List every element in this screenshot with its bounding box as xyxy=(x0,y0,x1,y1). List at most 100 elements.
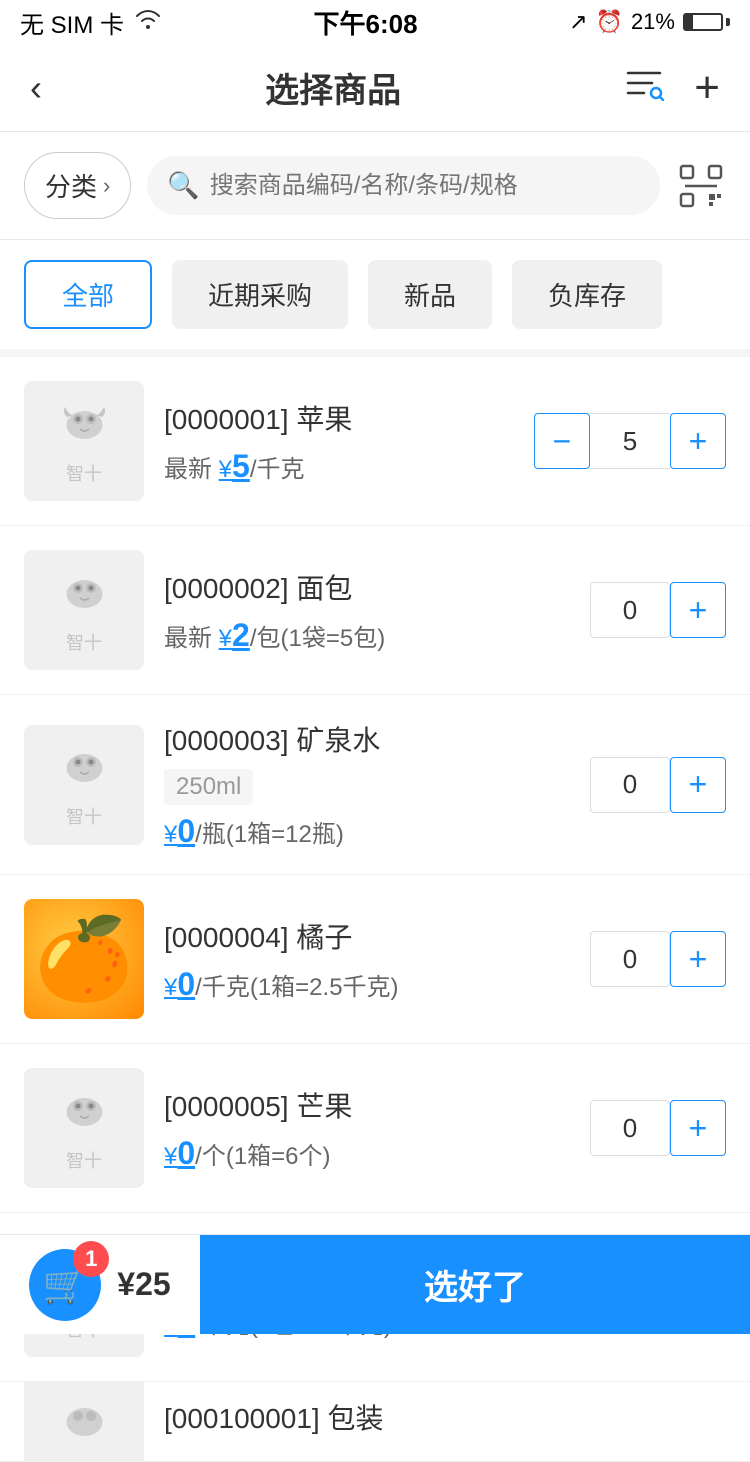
qty-control-0000003: + xyxy=(590,757,726,813)
price-unit: /包(1袋=5包) xyxy=(250,625,385,652)
product-info-0000002: [0000002] 面包 最新 ¥2/包(1袋=5包) xyxy=(164,567,570,654)
add-icon[interactable]: + xyxy=(694,63,720,113)
price-currency: ¥ xyxy=(164,974,177,1001)
back-button[interactable]: ‹ xyxy=(30,67,42,109)
placeholder-owl xyxy=(57,1394,112,1449)
alarm-icon: ⏰ xyxy=(596,9,623,35)
qty-control-0000002: + xyxy=(590,582,726,638)
product-name: [0000001] 苹果 xyxy=(164,398,514,438)
price-currency: ¥ xyxy=(219,456,232,483)
product-price: 最新 ¥2/包(1袋=5包) xyxy=(164,617,570,654)
location-icon: ↗ xyxy=(569,9,587,35)
qty-control-0000001: − + xyxy=(534,413,726,469)
time-display: 下午6:08 xyxy=(314,4,418,41)
product-price: 最新 ¥5/千克 xyxy=(164,448,514,485)
product-image-0000004 xyxy=(24,899,144,1019)
product-info-0000003: [0000003] 矿泉水 250ml ¥0/瓶(1箱=12瓶) xyxy=(164,719,570,850)
product-name: [0000002] 面包 xyxy=(164,567,570,607)
price-currency: ¥ xyxy=(164,1143,177,1170)
status-right: ↗ ⏰ 21% xyxy=(569,9,730,35)
category-button[interactable]: 分类 › xyxy=(24,152,131,219)
list-item: 智十 [0000003] 矿泉水 250ml ¥0/瓶(1箱=12瓶) + xyxy=(0,695,750,875)
price-amount: 0 xyxy=(177,966,195,1002)
increase-button[interactable]: + xyxy=(670,757,726,813)
owl-brand-text: 智十 xyxy=(66,1147,102,1173)
price-amount: 5 xyxy=(232,448,250,484)
owl-brand-text: 智十 xyxy=(66,460,102,486)
product-spec: 250ml xyxy=(164,769,253,805)
filter-icon[interactable] xyxy=(624,65,664,111)
price-unit: /个(1箱=6个) xyxy=(195,1143,330,1170)
page-title: 选择商品 xyxy=(265,63,401,112)
list-item: [000100001] 包装 xyxy=(0,1382,750,1462)
placeholder-owl: 智十 xyxy=(57,566,112,655)
price-label: 最新 xyxy=(164,456,219,483)
carrier-text: 无 SIM 卡 xyxy=(20,5,124,40)
category-label: 分类 xyxy=(45,167,97,204)
owl-icon xyxy=(57,566,112,621)
product-name: [0000004] 橘子 xyxy=(164,916,570,956)
product-name: [0000005] 芒果 xyxy=(164,1085,570,1125)
cart-area: 🛒 1 ¥25 xyxy=(0,1249,200,1321)
price-amount: 0 xyxy=(177,813,195,849)
chevron-right-icon: › xyxy=(103,173,110,199)
owl-brand-text: 智十 xyxy=(66,803,102,829)
product-name: [0000003] 矿泉水 xyxy=(164,719,570,759)
product-info-0000001: [0000001] 苹果 最新 ¥5/千克 xyxy=(164,398,514,485)
scan-icon[interactable] xyxy=(676,161,726,211)
increase-button[interactable]: + xyxy=(670,413,726,469)
owl-icon xyxy=(57,1394,112,1449)
nav-actions: + xyxy=(624,63,720,113)
filter-tabs: 全部 近期采购 新品 负库存 xyxy=(0,240,750,357)
placeholder-owl: 智十 xyxy=(57,740,112,829)
search-input[interactable] xyxy=(210,172,640,200)
status-left: 无 SIM 卡 xyxy=(20,5,162,40)
qty-control-0000004: + xyxy=(590,931,726,987)
product-image-0000005: 智十 xyxy=(24,1068,144,1188)
decrease-button[interactable]: − xyxy=(534,413,590,469)
owl-icon xyxy=(57,1084,112,1139)
list-item: 智十 [0000001] 苹果 最新 ¥5/千克 − + xyxy=(0,357,750,526)
confirm-button[interactable]: 选好了 xyxy=(200,1235,750,1334)
product-info-000100001: [000100001] 包装 xyxy=(164,1397,726,1447)
product-name: [000100001] 包装 xyxy=(164,1397,726,1437)
product-image-0000003: 智十 xyxy=(24,725,144,845)
tab-new[interactable]: 新品 xyxy=(368,260,492,329)
increase-button[interactable]: + xyxy=(670,931,726,987)
quantity-input[interactable] xyxy=(590,1100,670,1156)
tab-negative[interactable]: 负库存 xyxy=(512,260,662,329)
qty-control-0000005: + xyxy=(590,1100,726,1156)
cart-button[interactable]: 🛒 1 xyxy=(29,1249,101,1321)
search-icon: 🔍 xyxy=(167,170,199,201)
price-unit: /千克 xyxy=(250,456,305,483)
product-image-0000001: 智十 xyxy=(24,381,144,501)
product-info-0000004: [0000004] 橘子 ¥0/千克(1箱=2.5千克) xyxy=(164,916,570,1003)
owl-brand-text: 智十 xyxy=(66,629,102,655)
list-item: 智十 [0000005] 芒果 ¥0/个(1箱=6个) + xyxy=(0,1044,750,1213)
quantity-input[interactable] xyxy=(590,413,670,469)
cart-total-price: ¥25 xyxy=(117,1266,170,1303)
quantity-input[interactable] xyxy=(590,582,670,638)
quantity-input[interactable] xyxy=(590,757,670,813)
battery-percent: 21% xyxy=(631,9,675,35)
owl-icon xyxy=(57,397,112,452)
increase-button[interactable]: + xyxy=(670,1100,726,1156)
price-label: 最新 xyxy=(164,625,219,652)
tab-all[interactable]: 全部 xyxy=(24,260,152,329)
price-currency: ¥ xyxy=(164,821,177,848)
tab-recent[interactable]: 近期采购 xyxy=(172,260,348,329)
product-price: ¥0/个(1箱=6个) xyxy=(164,1135,570,1172)
increase-button[interactable]: + xyxy=(670,582,726,638)
placeholder-owl: 智十 xyxy=(57,397,112,486)
search-area: 分类 › 🔍 xyxy=(0,132,750,240)
price-unit: /瓶(1箱=12瓶) xyxy=(195,821,344,848)
cart-badge: 1 xyxy=(73,1241,109,1277)
search-box: 🔍 xyxy=(147,156,660,215)
quantity-input[interactable] xyxy=(590,931,670,987)
price-currency: ¥ xyxy=(219,625,232,652)
status-bar: 无 SIM 卡 下午6:08 ↗ ⏰ 21% xyxy=(0,0,750,44)
owl-icon xyxy=(57,740,112,795)
price-amount: 0 xyxy=(177,1135,195,1171)
placeholder-owl: 智十 xyxy=(57,1084,112,1173)
price-unit: /千克(1箱=2.5千克) xyxy=(195,974,398,1001)
